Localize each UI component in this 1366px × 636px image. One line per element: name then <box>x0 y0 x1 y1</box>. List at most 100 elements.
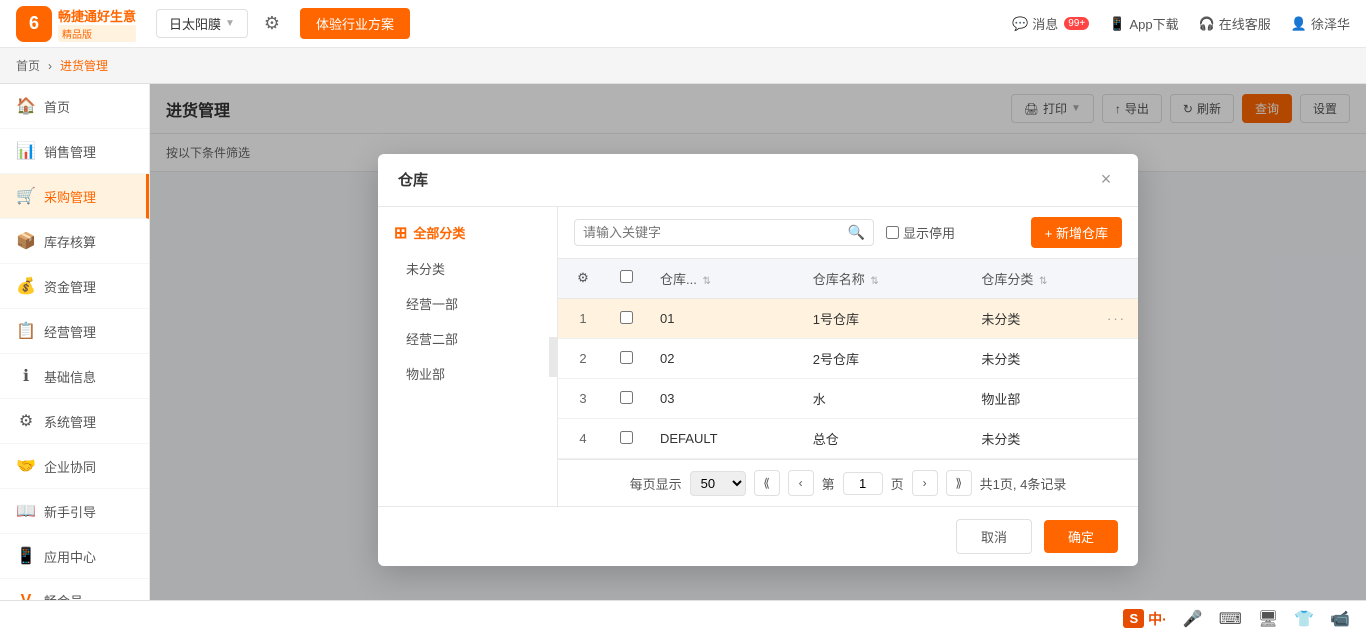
first-page-button[interactable]: ⟪ <box>754 470 780 496</box>
finance-icon: 💰 <box>16 276 36 296</box>
row-category-4: 未分类 <box>969 419 1138 459</box>
logo-icon: 6 <box>16 6 52 42</box>
content-area: 进货管理 🖨 打印 ▼ ↑ 导出 ↻ 刷新 查询 设置 <box>150 84 1366 636</box>
settings-icon[interactable]: ⚙ <box>256 8 288 40</box>
store-dropdown[interactable]: 日太阳膜 ▼ <box>156 9 248 38</box>
row-num-4: 4 <box>558 419 608 459</box>
col-checkbox <box>608 259 648 299</box>
row-code-4: DEFAULT <box>648 419 801 459</box>
sidebar-item-inventory[interactable]: 📦 库存核算 <box>0 219 149 264</box>
app-download-btn[interactable]: 📱 App下载 <box>1109 14 1178 33</box>
table-row[interactable]: 2 02 2号仓库 未分类 <box>558 339 1138 379</box>
row-name-3: 水 <box>801 379 970 419</box>
row-check-2 <box>608 339 648 379</box>
app-icon: 📱 <box>16 546 36 566</box>
system-icon: ⚙ <box>16 411 36 431</box>
row-checkbox-1[interactable] <box>620 311 633 324</box>
warehouse-modal: 仓库 × ⊞ 全部分类 未分类 经营一部 经营二部 物业部 <box>378 154 1138 567</box>
category-item-ops2[interactable]: 经营二部 <box>378 321 557 356</box>
sidebar-item-purchase[interactable]: 🛒 采购管理 <box>0 174 149 219</box>
sidebar-item-finance[interactable]: 💰 资金管理 <box>0 264 149 309</box>
new-warehouse-button[interactable]: + 新增仓库 <box>1031 217 1122 248</box>
row-check-4 <box>608 419 648 459</box>
row-name-1: 1号仓库 <box>801 298 970 339</box>
row-checkbox-3[interactable] <box>620 391 633 404</box>
row-num-1: 1 <box>558 298 608 339</box>
keyboard-icon[interactable]: ⌨ <box>1219 609 1242 629</box>
sidebar-item-app[interactable]: 📱 应用中心 <box>0 534 149 579</box>
table-row[interactable]: 1 01 1号仓库 未分类 ··· <box>558 298 1138 339</box>
col-gear-icon: ⚙ <box>577 270 589 285</box>
row-num-3: 3 <box>558 379 608 419</box>
sidebar-item-sales[interactable]: 📊 销售管理 <box>0 129 149 174</box>
sidebar-collapse-button[interactable]: 《 <box>549 337 558 377</box>
sort-code-icon[interactable]: ⇅ <box>702 276 710 287</box>
camera-icon[interactable]: 📹 <box>1330 609 1350 629</box>
table-row[interactable]: 3 03 水 物业部 <box>558 379 1138 419</box>
shirt-icon[interactable]: 👕 <box>1294 609 1314 629</box>
sidebar-item-operations[interactable]: 📋 经营管理 <box>0 309 149 354</box>
row-checkbox-4[interactable] <box>620 431 633 444</box>
breadcrumb-current: 进货管理 <box>60 57 108 74</box>
modal-body: ⊞ 全部分类 未分类 经营一部 经营二部 物业部 《 <box>378 207 1138 507</box>
category-item-unclassified[interactable]: 未分类 <box>378 251 557 286</box>
row-name-4: 总仓 <box>801 419 970 459</box>
experience-button[interactable]: 体验行业方案 <box>300 8 410 39</box>
row-check-1 <box>608 298 648 339</box>
modal-main-content: 🔍 显示停用 + 新增仓库 <box>558 207 1138 507</box>
sales-icon: 📊 <box>16 141 36 161</box>
main-layout: 🏠 首页 📊 销售管理 🛒 采购管理 📦 库存核算 💰 资金管理 📋 经营管理 … <box>0 84 1366 636</box>
per-page-select[interactable]: 50 20 100 <box>690 471 746 496</box>
all-category-item[interactable]: ⊞ 全部分类 <box>378 215 557 251</box>
user-menu[interactable]: 👤 徐泽华 <box>1291 14 1350 33</box>
search-icon[interactable]: 🔍 <box>848 224 865 241</box>
show-disabled-check[interactable] <box>886 226 899 239</box>
user-icon: 👤 <box>1291 16 1307 32</box>
microphone-icon[interactable]: 🎤 <box>1183 609 1203 629</box>
row-checkbox-2[interactable] <box>620 351 633 364</box>
page-summary: 共1页, 4条记录 <box>980 474 1067 493</box>
page-number-input[interactable] <box>843 472 883 495</box>
select-all-checkbox[interactable] <box>620 270 633 283</box>
sidebar-item-basic-info[interactable]: ℹ 基础信息 <box>0 354 149 399</box>
row-category-2: 未分类 <box>969 339 1138 379</box>
modal-close-button[interactable]: × <box>1094 168 1118 192</box>
search-input[interactable] <box>583 225 848 240</box>
customer-service-btn[interactable]: 🎧 在线客服 <box>1199 14 1271 33</box>
table-row[interactable]: 4 DEFAULT 总仓 未分类 <box>558 419 1138 459</box>
row-code-3: 03 <box>648 379 801 419</box>
header-right: 💬 消息 99+ 📱 App下载 🎧 在线客服 👤 徐泽华 <box>1012 14 1350 33</box>
collapse-icon: 《 <box>553 348 558 365</box>
sidebar-item-cooperation[interactable]: 🤝 企业协同 <box>0 444 149 489</box>
cancel-button[interactable]: 取消 <box>956 519 1032 554</box>
bottom-logo: S 中· <box>1123 609 1166 629</box>
message-btn[interactable]: 💬 消息 99+ <box>1012 14 1089 33</box>
confirm-button[interactable]: 确定 <box>1044 520 1118 553</box>
prev-page-button[interactable]: ‹ <box>788 470 814 496</box>
col-name: 仓库名称 ⇅ <box>801 259 970 299</box>
breadcrumb-home[interactable]: 首页 <box>16 57 40 74</box>
bottom-bar: S 中· 🎤 ⌨ 🖥 👕 📹 <box>0 600 1366 636</box>
sidebar-item-system[interactable]: ⚙ 系统管理 <box>0 399 149 444</box>
category-item-ops1[interactable]: 经营一部 <box>378 286 557 321</box>
sidebar-item-home[interactable]: 🏠 首页 <box>0 84 149 129</box>
row-check-3 <box>608 379 648 419</box>
row-actions-1[interactable]: ··· <box>1107 311 1126 326</box>
cooperation-icon: 🤝 <box>16 456 36 476</box>
sidebar-item-guide[interactable]: 📖 新手引导 <box>0 489 149 534</box>
modal-toolbar: 🔍 显示停用 + 新增仓库 <box>558 207 1138 259</box>
modal-title: 仓库 <box>398 169 428 190</box>
monitor-icon[interactable]: 🖥 <box>1258 609 1278 629</box>
last-page-button[interactable]: ⟫ <box>946 470 972 496</box>
s-icon: S <box>1123 609 1144 628</box>
category-item-property[interactable]: 物业部 <box>378 356 557 391</box>
col-settings: ⚙ <box>558 259 608 299</box>
show-disabled-checkbox[interactable]: 显示停用 <box>886 223 955 242</box>
sort-category-icon[interactable]: ⇅ <box>1039 276 1047 287</box>
home-icon: 🏠 <box>16 96 36 116</box>
top-header: 6 畅捷通好生意 精品版 日太阳膜 ▼ ⚙ 体验行业方案 💬 消息 99+ 📱 … <box>0 0 1366 48</box>
headset-icon: 🎧 <box>1199 16 1215 32</box>
sort-name-icon[interactable]: ⇅ <box>870 276 878 287</box>
message-icon: 💬 <box>1012 16 1028 32</box>
next-page-button[interactable]: › <box>912 470 938 496</box>
